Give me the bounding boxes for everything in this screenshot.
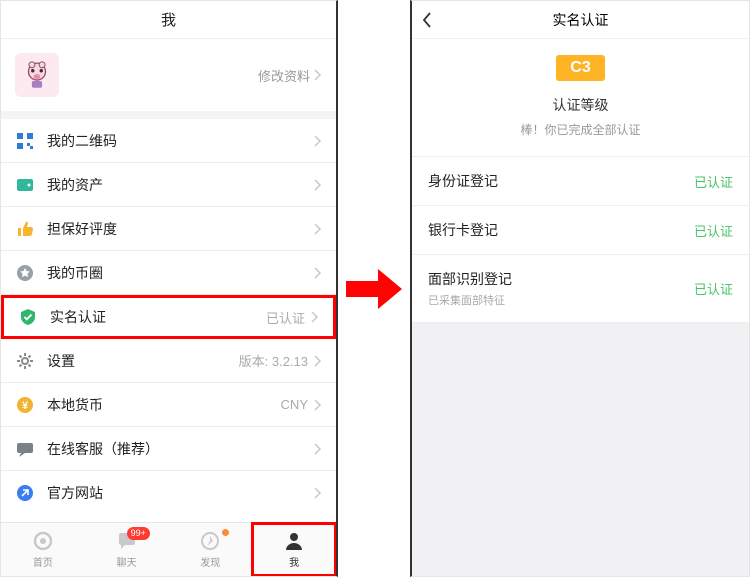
chevron-right-icon [314, 487, 322, 499]
home-icon [32, 530, 54, 552]
star-icon [15, 263, 35, 283]
status-badge: 已认证 [694, 172, 733, 191]
row-local-currency[interactable]: ¥ 本地货币 CNY [1, 383, 336, 427]
avatar-icon [20, 58, 54, 92]
arrow-indicator [338, 0, 410, 577]
chevron-right-icon [314, 355, 322, 367]
page-title: 我 [1, 1, 336, 39]
tab-discover[interactable]: 发现 [169, 523, 253, 576]
chevron-right-icon [314, 267, 322, 279]
cert-row-id[interactable]: 身份证登记 已认证 [412, 157, 749, 206]
row-coin-circle[interactable]: 我的币圈 [1, 251, 336, 295]
verify-status-text: 已认证 [266, 308, 305, 327]
chevron-right-icon [311, 311, 319, 323]
chat-badge: 99+ [127, 527, 150, 540]
currency-value: CNY [281, 397, 308, 412]
row-rating[interactable]: 担保好评度 [1, 207, 336, 251]
chevron-right-icon [314, 399, 322, 411]
arrow-right-icon [344, 265, 404, 313]
phone-me-screen: 我 修改资料 [0, 0, 338, 577]
chevron-right-icon [314, 135, 322, 147]
link-icon [15, 483, 35, 503]
wallet-icon [15, 175, 35, 195]
face-subtext: 已采集面部特征 [428, 292, 694, 308]
cert-summary: C3 认证等级 棒！你已完成全部认证 [412, 39, 749, 157]
row-my-assets[interactable]: 我的资产 [1, 163, 336, 207]
cert-row-face[interactable]: 面部识别登记 已采集面部特征 已认证 [412, 255, 749, 323]
version-text: 版本: 3.2.13 [239, 351, 308, 370]
qrcode-icon [15, 131, 35, 151]
status-badge: 已认证 [694, 221, 733, 240]
svg-text:¥: ¥ [22, 400, 29, 412]
cert-level-label: 认证等级 [412, 95, 749, 115]
person-icon [283, 530, 305, 552]
row-support[interactable]: 在线客服（推荐） [1, 427, 336, 471]
yen-icon: ¥ [15, 395, 35, 415]
compass-icon [199, 530, 221, 552]
thumb-up-icon [15, 219, 35, 239]
cert-level-badge: C3 [556, 55, 604, 81]
phone-verify-screen: 实名认证 C3 认证等级 棒！你已完成全部认证 身份证登记 已认证 银行卡登记 … [410, 0, 750, 577]
tab-home[interactable]: 首页 [1, 523, 85, 576]
tab-chat[interactable]: 99+ 聊天 [85, 523, 169, 576]
row-realname-verify[interactable]: 实名认证 已认证 [1, 295, 336, 339]
chevron-right-icon [314, 443, 322, 455]
chat-icon [15, 439, 35, 459]
row-settings[interactable]: 设置 版本: 3.2.13 [1, 339, 336, 383]
chevron-right-icon [314, 69, 322, 81]
cert-row-bank[interactable]: 银行卡登记 已认证 [412, 206, 749, 255]
edit-profile-label: 修改资料 [258, 66, 310, 85]
row-official-website[interactable]: 官方网站 [1, 471, 336, 515]
tab-bar: 首页 99+ 聊天 发现 我 [1, 522, 336, 576]
profile-row[interactable]: 修改资料 [1, 39, 336, 119]
tab-me[interactable]: 我 [252, 523, 336, 576]
cert-level-subtext: 棒！你已完成全部认证 [412, 121, 749, 138]
row-my-qrcode[interactable]: 我的二维码 [1, 119, 336, 163]
avatar [15, 53, 59, 97]
chevron-right-icon [314, 223, 322, 235]
gear-icon [15, 351, 35, 371]
notification-dot [222, 529, 229, 536]
page-header: 实名认证 [412, 1, 749, 39]
back-button[interactable] [422, 1, 432, 38]
chevron-right-icon [314, 179, 322, 191]
shield-check-icon [18, 307, 38, 327]
page-title: 实名认证 [553, 10, 609, 30]
status-badge: 已认证 [694, 279, 733, 298]
